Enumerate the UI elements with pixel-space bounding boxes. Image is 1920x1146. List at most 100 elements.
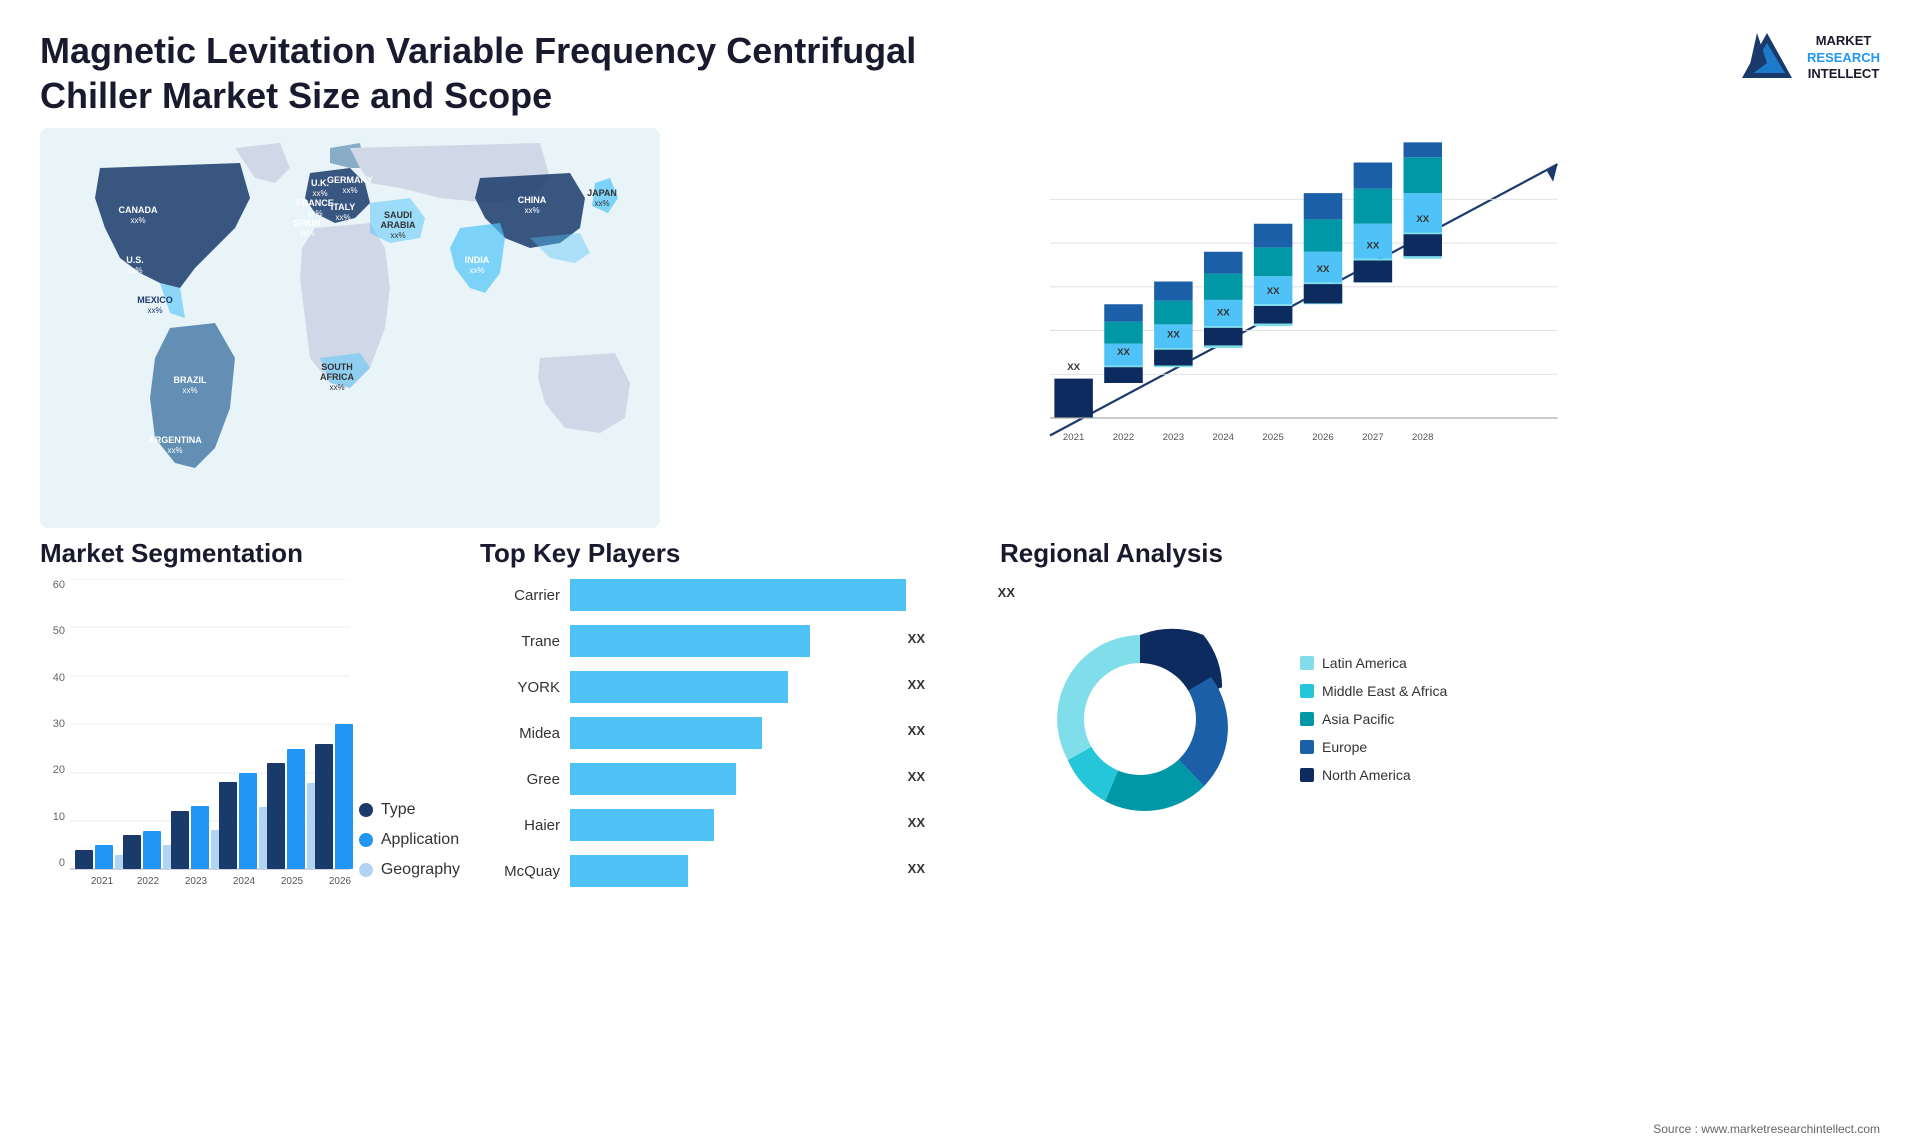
y-label-30: 30 [40, 718, 65, 730]
map-section: CANADA xx% U.S. xx% MEXICO xx% BRAZIL xx… [40, 128, 660, 528]
svg-text:GERMANY: GERMANY [327, 175, 373, 185]
svg-text:xx%: xx% [307, 209, 322, 218]
svg-text:xx%: xx% [182, 386, 197, 395]
y-label-0: 0 [40, 857, 65, 869]
svg-text:MEXICO: MEXICO [137, 295, 173, 305]
legend-dot-geography [359, 863, 373, 877]
y-label-60: 60 [40, 579, 65, 591]
color-asia-pacific [1300, 712, 1314, 726]
svg-text:SAUDI: SAUDI [384, 210, 412, 220]
player-row-carrier: Carrier XX [480, 579, 980, 611]
svg-text:INDIA: INDIA [465, 255, 490, 265]
donut-container: Latin America Middle East & Africa Asia … [1000, 579, 1880, 859]
legend-label-type: Type [381, 801, 416, 819]
svg-text:2022: 2022 [1113, 432, 1134, 443]
svg-text:2023: 2023 [1163, 432, 1184, 443]
y-label-20: 20 [40, 764, 65, 776]
svg-text:2026: 2026 [329, 876, 352, 887]
svg-text:xx%: xx% [524, 206, 539, 215]
world-map: CANADA xx% U.S. xx% MEXICO xx% BRAZIL xx… [40, 128, 660, 528]
svg-text:JAPAN: JAPAN [587, 188, 617, 198]
svg-text:xx%: xx% [147, 306, 162, 315]
donut-legend: Latin America Middle East & Africa Asia … [1300, 655, 1447, 783]
svg-text:xx%: xx% [329, 383, 344, 392]
player-name-york: YORK [480, 679, 560, 696]
players-section: Top Key Players Carrier XX Trane XX [480, 538, 980, 1058]
regional-section: Regional Analysis [1000, 538, 1880, 1058]
player-name-gree: Gree [480, 771, 560, 788]
bottom-section: Market Segmentation 60 50 40 30 20 10 0 [0, 528, 1920, 1068]
svg-text:BRAZIL: BRAZIL [174, 375, 207, 385]
svg-text:ARABIA: ARABIA [381, 220, 416, 230]
bar-chart-svg: XX 2021 XX 2022 XX 2023 XX 20 [730, 138, 1860, 488]
y-label-10: 10 [40, 811, 65, 823]
legend-application: Application [359, 831, 460, 849]
segmentation-section: Market Segmentation 60 50 40 30 20 10 0 [40, 538, 460, 1058]
color-europe [1300, 740, 1314, 754]
svg-text:XX: XX [1217, 308, 1230, 319]
player-row-mcquay: McQuay XX [480, 855, 980, 887]
legend-dot-application [359, 833, 373, 847]
svg-text:SOUTH: SOUTH [321, 362, 353, 372]
svg-text:xx%: xx% [342, 186, 357, 195]
svg-text:CHINA: CHINA [518, 195, 547, 205]
regional-title: Regional Analysis [1000, 538, 1880, 569]
svg-text:XX: XX [1067, 362, 1080, 373]
player-name-carrier: Carrier [480, 587, 560, 604]
logo-icon [1737, 28, 1797, 88]
legend-north-america: North America [1300, 767, 1447, 783]
svg-text:xx%: xx% [167, 446, 182, 455]
svg-text:XX: XX [1117, 347, 1130, 358]
seg-chart-svg: 2021 2022 2023 2024 [70, 579, 360, 889]
svg-text:2021: 2021 [91, 876, 114, 887]
svg-text:ARGENTINA: ARGENTINA [148, 435, 202, 445]
svg-text:2025: 2025 [1262, 432, 1283, 443]
svg-text:2026: 2026 [1312, 432, 1333, 443]
segmentation-title: Market Segmentation [40, 538, 460, 569]
svg-text:xx%: xx% [594, 199, 609, 208]
main-content: CANADA xx% U.S. xx% MEXICO xx% BRAZIL xx… [0, 128, 1920, 528]
page-title: Magnetic Levitation Variable Frequency C… [40, 28, 940, 118]
source-text: Source : www.marketresearchintellect.com [1653, 1122, 1880, 1136]
svg-text:XX: XX [1416, 214, 1429, 225]
svg-text:2027: 2027 [1362, 432, 1383, 443]
svg-text:xx%: xx% [312, 189, 327, 198]
legend-mea: Middle East & Africa [1300, 683, 1447, 699]
donut-chart [1000, 579, 1280, 859]
logo-text: MARKET RESEARCH INTELLECT [1807, 33, 1880, 84]
color-latin-america [1300, 656, 1314, 670]
svg-text:2025: 2025 [281, 876, 304, 887]
legend-asia-pacific: Asia Pacific [1300, 711, 1447, 727]
svg-text:U.S.: U.S. [126, 255, 144, 265]
svg-text:xx%: xx% [335, 213, 350, 222]
player-name-mcquay: McQuay [480, 863, 560, 880]
player-bar-york: XX [570, 671, 890, 703]
svg-text:2024: 2024 [1213, 432, 1235, 443]
bar-light-carrier [570, 579, 906, 611]
svg-text:xx%: xx% [469, 266, 484, 275]
svg-text:2024: 2024 [233, 876, 256, 887]
players-title: Top Key Players [480, 538, 980, 569]
legend-europe: Europe [1300, 739, 1447, 755]
player-row-trane: Trane XX [480, 625, 980, 657]
svg-text:xx%: xx% [299, 229, 314, 238]
logo-area: MARKET RESEARCH INTELLECT [1737, 28, 1880, 88]
legend-type: Type [359, 801, 460, 819]
svg-text:2028: 2028 [1412, 432, 1433, 443]
carrier-xx: XX [998, 585, 1015, 600]
player-row-york: YORK XX [480, 671, 980, 703]
player-row-midea: Midea XX [480, 717, 980, 749]
legend-dot-type [359, 803, 373, 817]
player-bar-gree: XX [570, 763, 890, 795]
legend-label-application: Application [381, 831, 459, 849]
svg-text:xx%: xx% [130, 216, 145, 225]
svg-text:XX: XX [1167, 330, 1180, 341]
label-europe: Europe [1322, 739, 1367, 755]
label-asia-pacific: Asia Pacific [1322, 711, 1394, 727]
player-bar-haier: XX [570, 809, 890, 841]
svg-text:XX: XX [1267, 286, 1280, 297]
svg-text:SPAIN: SPAIN [294, 218, 321, 228]
label-mea: Middle East & Africa [1322, 683, 1447, 699]
svg-text:AFRICA: AFRICA [320, 372, 354, 382]
svg-text:2023: 2023 [185, 876, 208, 887]
